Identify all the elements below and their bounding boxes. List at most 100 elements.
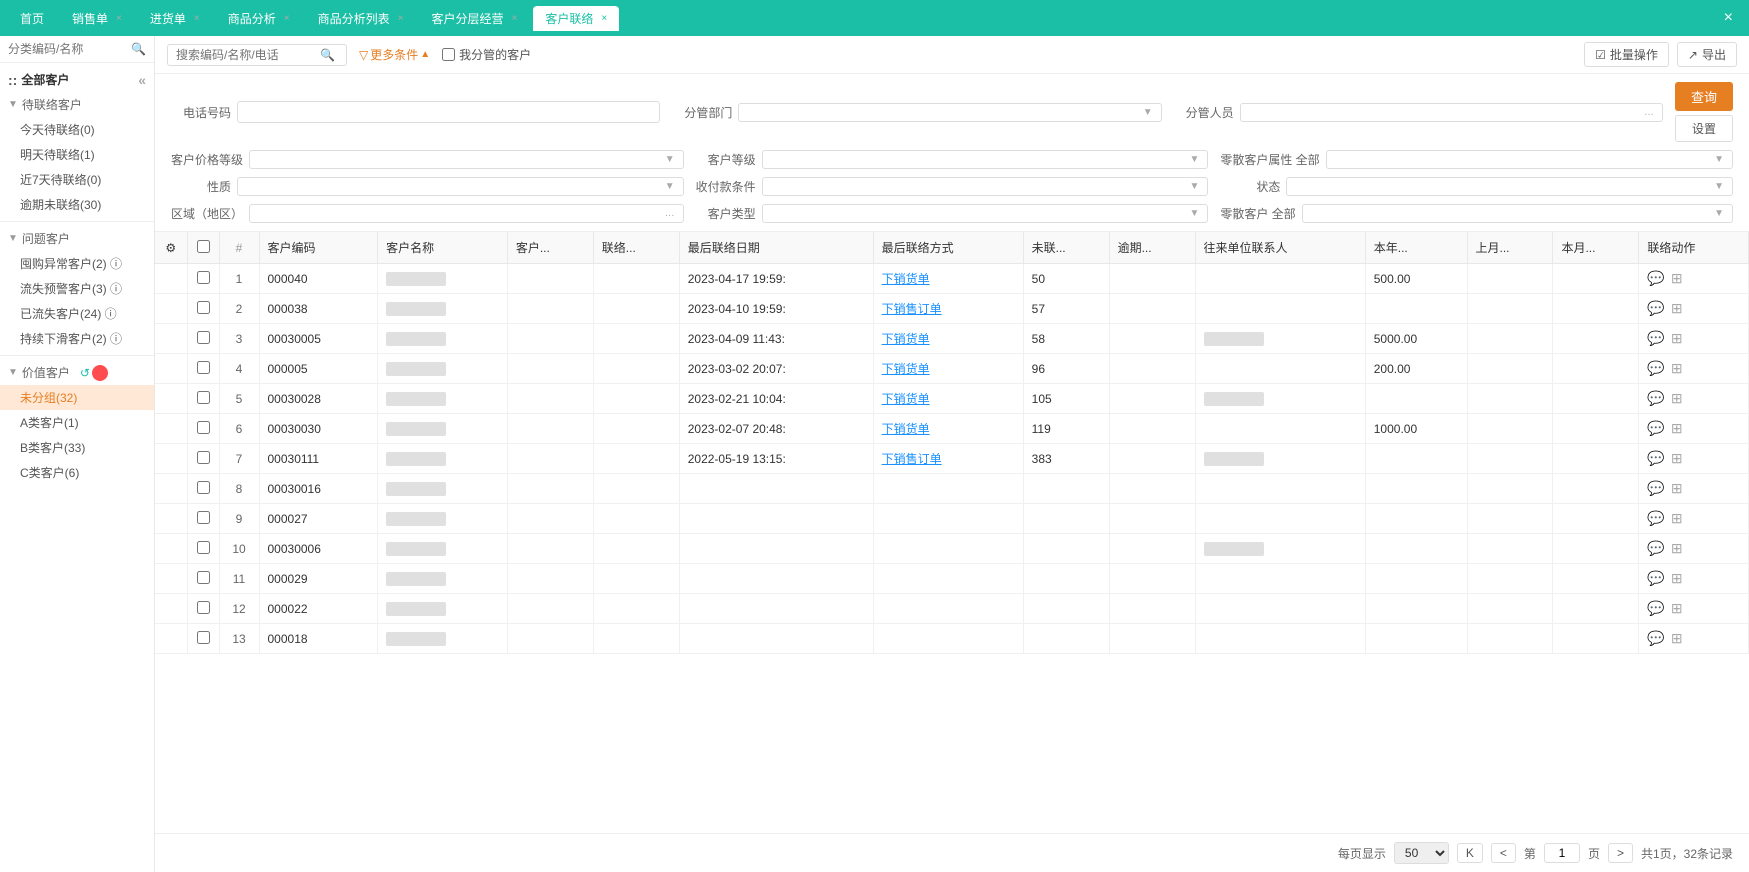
row-checkbox[interactable] <box>197 511 210 524</box>
status-select[interactable]: ▼ <box>1286 177 1733 196</box>
nav-tab-analysis[interactable]: 商品分析 × <box>216 6 302 31</box>
payment-select[interactable]: ▼ <box>762 177 1209 196</box>
nav-tab-analysis-list[interactable]: 商品分析列表 × <box>306 6 416 31</box>
nature-select[interactable]: ▼ <box>237 177 684 196</box>
message-icon[interactable]: 💬 <box>1647 600 1664 617</box>
message-icon[interactable]: 💬 <box>1647 630 1664 647</box>
td-check[interactable] <box>187 624 219 654</box>
nav-tab-purchase[interactable]: 进货单 × <box>138 6 212 31</box>
manager-select[interactable]: … <box>1240 103 1663 122</box>
td-check[interactable] <box>187 444 219 474</box>
nav-tab-customer-contact[interactable]: 客户联络 × <box>533 6 619 31</box>
sidebar-item-today[interactable]: 今天待联络(0) <box>0 117 154 142</box>
sidebar-item-class-c[interactable]: C类客户(6) <box>0 460 154 485</box>
next-page-btn[interactable]: > <box>1608 843 1633 863</box>
td-check[interactable] <box>187 384 219 414</box>
main-search-input[interactable] <box>176 48 316 62</box>
message-icon[interactable]: 💬 <box>1647 450 1664 467</box>
all-customers-header[interactable]: :: 全部客户 « <box>0 63 154 92</box>
nav-tab-home[interactable]: 首页 <box>8 6 56 31</box>
analysis-list-tab-close[interactable]: × <box>398 13 404 24</box>
grid-action-icon[interactable]: ⊞ <box>1671 570 1683 587</box>
grid-action-icon[interactable]: ⊞ <box>1671 600 1683 617</box>
customer-grade-select[interactable]: ▼ <box>762 150 1209 169</box>
sidebar-item-abnormal[interactable]: 囤购异常客户(2) ⓘ <box>0 251 154 276</box>
row-checkbox[interactable] <box>197 451 210 464</box>
sidebar-item-class-a[interactable]: A类客户(1) <box>0 410 154 435</box>
region-select[interactable]: … <box>249 204 684 223</box>
more-conditions-btn[interactable]: ▽ 更多条件 ▲ <box>359 46 430 63</box>
sidebar-item-declining[interactable]: 持续下滑客户(2) ⓘ <box>0 326 154 351</box>
phone-input[interactable] <box>237 101 660 123</box>
check-all[interactable] <box>197 240 210 253</box>
customer-contact-tab-close[interactable]: × <box>601 13 607 24</box>
grid-action-icon[interactable]: ⊞ <box>1671 390 1683 407</box>
message-icon[interactable]: 💬 <box>1647 480 1664 497</box>
sales-tab-close[interactable]: × <box>116 13 122 24</box>
export-btn[interactable]: ↗ 导出 <box>1677 42 1737 67</box>
scatter-customer-select[interactable]: ▼ <box>1302 204 1733 223</box>
grid-action-icon[interactable]: ⊞ <box>1671 480 1683 497</box>
grid-action-icon[interactable]: ⊞ <box>1671 630 1683 647</box>
message-icon[interactable]: 💬 <box>1647 390 1664 407</box>
td-check[interactable] <box>187 534 219 564</box>
row-checkbox[interactable] <box>197 541 210 554</box>
dept-select[interactable]: ▼ <box>738 103 1161 122</box>
grid-action-icon[interactable]: ⊞ <box>1671 540 1683 557</box>
first-page-btn[interactable]: K <box>1457 843 1483 863</box>
sidebar-item-class-b[interactable]: B类客户(33) <box>0 435 154 460</box>
row-checkbox[interactable] <box>197 481 210 494</box>
sidebar-group-value[interactable]: ▼ 价值客户 ↺ <box>0 360 154 385</box>
customer-segment-tab-close[interactable]: × <box>511 13 517 24</box>
message-icon[interactable]: 💬 <box>1647 300 1664 317</box>
page-input[interactable] <box>1544 843 1580 863</box>
last-method-link[interactable]: 下销售订单 <box>882 302 942 316</box>
row-checkbox[interactable] <box>197 331 210 344</box>
my-customers-checkbox[interactable]: 我分管的客户 <box>442 46 531 63</box>
sidebar-item-overdue[interactable]: 逾期未联络(30) <box>0 192 154 217</box>
td-check[interactable] <box>187 354 219 384</box>
grid-action-icon[interactable]: ⊞ <box>1671 450 1683 467</box>
sidebar-search-icon[interactable]: 🔍 <box>131 42 146 56</box>
row-checkbox[interactable] <box>197 421 210 434</box>
sidebar-item-churn-risk[interactable]: 流失预警客户(3) ⓘ <box>0 276 154 301</box>
close-all-btn[interactable]: × <box>1716 9 1741 27</box>
th-check[interactable] <box>187 232 219 264</box>
analysis-tab-close[interactable]: × <box>284 13 290 24</box>
td-check[interactable] <box>187 504 219 534</box>
row-checkbox[interactable] <box>197 571 210 584</box>
grid-action-icon[interactable]: ⊞ <box>1671 510 1683 527</box>
sidebar-collapse-btn[interactable]: « <box>138 72 146 88</box>
td-check[interactable] <box>187 264 219 294</box>
sidebar-item-lost[interactable]: 已流失客户(24) ⓘ <box>0 301 154 326</box>
row-checkbox[interactable] <box>197 271 210 284</box>
main-search-icon[interactable]: 🔍 <box>320 48 335 62</box>
th-settings[interactable]: ⚙ <box>155 232 187 264</box>
row-checkbox[interactable] <box>197 631 210 644</box>
nav-tab-customer-segment[interactable]: 客户分层经营 × <box>419 6 529 31</box>
query-btn[interactable]: 查询 <box>1675 82 1733 111</box>
sidebar-group-problem[interactable]: ▼ 问题客户 <box>0 226 154 251</box>
price-grade-select[interactable]: ▼ <box>249 150 684 169</box>
grid-action-icon[interactable]: ⊞ <box>1671 270 1683 287</box>
customer-type-select[interactable]: ▼ <box>762 204 1209 223</box>
td-check[interactable] <box>187 474 219 504</box>
prev-page-btn[interactable]: < <box>1491 843 1516 863</box>
main-search-box[interactable]: 🔍 <box>167 44 347 66</box>
grid-action-icon[interactable]: ⊞ <box>1671 330 1683 347</box>
message-icon[interactable]: 💬 <box>1647 270 1664 287</box>
refresh-icon[interactable]: ↺ <box>80 366 90 380</box>
sidebar-search-input[interactable] <box>8 42 127 56</box>
row-checkbox[interactable] <box>197 601 210 614</box>
message-icon[interactable]: 💬 <box>1647 330 1664 347</box>
row-checkbox[interactable] <box>197 301 210 314</box>
last-method-link[interactable]: 下销货单 <box>882 422 930 436</box>
reset-btn[interactable]: 设置 <box>1675 115 1733 142</box>
sidebar-search-bar[interactable]: 🔍 <box>0 36 154 63</box>
td-check[interactable] <box>187 294 219 324</box>
message-icon[interactable]: 💬 <box>1647 360 1664 377</box>
message-icon[interactable]: 💬 <box>1647 570 1664 587</box>
message-icon[interactable]: 💬 <box>1647 540 1664 557</box>
grid-action-icon[interactable]: ⊞ <box>1671 360 1683 377</box>
row-checkbox[interactable] <box>197 391 210 404</box>
